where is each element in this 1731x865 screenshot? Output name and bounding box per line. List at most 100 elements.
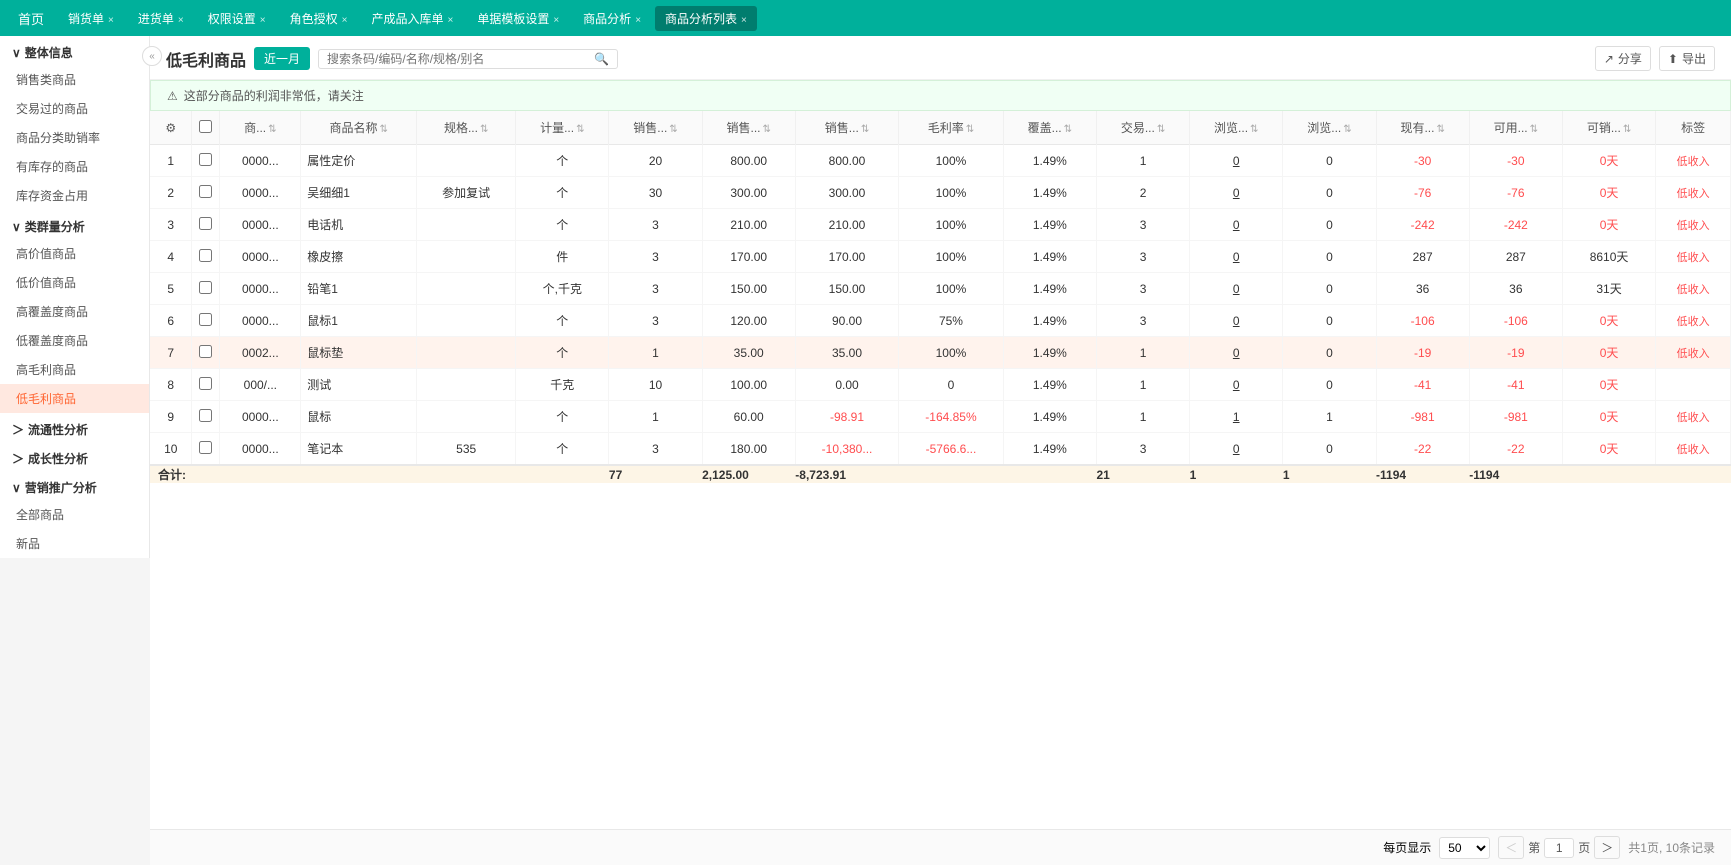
row-browse1[interactable]: 0 — [1190, 369, 1283, 401]
sort-code-icon[interactable]: ⇅ — [268, 124, 276, 135]
sort-qty-icon[interactable]: ⇅ — [669, 124, 677, 135]
col-browse1[interactable]: 浏览...⇅ — [1190, 111, 1283, 145]
row-name[interactable]: 橡皮擦 — [301, 241, 417, 273]
row-name[interactable]: 属性定价 — [301, 145, 417, 177]
sidebar-group-overall[interactable]: ∨ 整体信息 — [0, 36, 149, 65]
sort-price-icon[interactable]: ⇅ — [763, 124, 771, 135]
row-checkbox-cell[interactable] — [192, 241, 220, 273]
row-checkbox[interactable] — [199, 345, 212, 358]
sidebar-item-low-coverage[interactable]: 低覆盖度商品 — [0, 326, 149, 355]
close-permissions-icon[interactable]: × — [260, 15, 266, 26]
row-checkbox[interactable] — [199, 217, 212, 230]
row-checkbox-cell[interactable] — [192, 433, 220, 466]
col-gross-margin[interactable]: 毛利率⇅ — [899, 111, 1004, 145]
row-checkbox[interactable] — [199, 249, 212, 262]
sort-margin-icon[interactable]: ⇅ — [966, 124, 974, 135]
sidebar-item-stock-products[interactable]: 有库存的商品 — [0, 152, 149, 181]
sort-trans-icon[interactable]: ⇅ — [1157, 124, 1165, 135]
nav-product-analysis[interactable]: 商品分析× — [573, 6, 651, 31]
col-name[interactable]: 商品名称⇅ — [301, 111, 417, 145]
close-purchase-icon[interactable]: × — [178, 15, 184, 26]
nav-template-settings[interactable]: 单据模板设置× — [467, 6, 569, 31]
current-page[interactable]: 1 — [1544, 838, 1574, 858]
row-name[interactable]: 吴细细1 — [301, 177, 417, 209]
sidebar-item-category-rate[interactable]: 商品分类助销率 — [0, 123, 149, 152]
close-template-icon[interactable]: × — [553, 15, 559, 26]
row-checkbox-cell[interactable] — [192, 401, 220, 433]
col-code[interactable]: 商...⇅ — [220, 111, 301, 145]
row-checkbox[interactable] — [199, 313, 212, 326]
sort-amount-icon[interactable]: ⇅ — [861, 124, 869, 135]
row-checkbox-cell[interactable] — [192, 337, 220, 369]
sort-cover-icon[interactable]: ⇅ — [1064, 124, 1072, 135]
row-checkbox-cell[interactable] — [192, 273, 220, 305]
nav-home[interactable]: 首页 — [8, 5, 54, 32]
sidebar-item-all-products[interactable]: 全部商品 — [0, 500, 149, 529]
row-checkbox-cell[interactable] — [192, 209, 220, 241]
next-page-button[interactable]: ＞ — [1594, 836, 1620, 859]
sidebar-item-new-products[interactable]: 新品 — [0, 529, 149, 558]
export-button[interactable]: ⬆ 导出 — [1659, 46, 1715, 71]
row-checkbox[interactable] — [199, 409, 212, 422]
col-sales-qty[interactable]: 销售...⇅ — [609, 111, 702, 145]
sidebar-item-traded-products[interactable]: 交易过的商品 — [0, 94, 149, 123]
nav-roles[interactable]: 角色授权× — [280, 6, 358, 31]
row-checkbox[interactable] — [199, 185, 212, 198]
nav-analysis-list[interactable]: 商品分析列表× — [655, 6, 757, 31]
col-select-all[interactable] — [192, 111, 220, 145]
close-roles-icon[interactable]: × — [342, 15, 348, 26]
row-name[interactable]: 铅笔1 — [301, 273, 417, 305]
sidebar-collapse-button[interactable]: « — [142, 46, 162, 66]
row-name[interactable]: 电话机 — [301, 209, 417, 241]
close-sales-icon[interactable]: × — [108, 15, 114, 26]
sidebar-item-high-value[interactable]: 高价值商品 — [0, 239, 149, 268]
col-saleable[interactable]: 可销...⇅ — [1562, 111, 1655, 145]
sidebar-group-cluster[interactable]: ∨ 类群量分析 — [0, 210, 149, 239]
col-browse2[interactable]: 浏览...⇅ — [1283, 111, 1376, 145]
sidebar-item-stock-capital[interactable]: 库存资金占用 — [0, 181, 149, 210]
row-checkbox-cell[interactable] — [192, 369, 220, 401]
sort-spec-icon[interactable]: ⇅ — [480, 124, 488, 135]
select-all-checkbox[interactable] — [199, 120, 212, 133]
search-icon[interactable]: 🔍 — [594, 52, 609, 66]
row-browse1[interactable]: 0 — [1190, 305, 1283, 337]
sidebar-item-high-margin[interactable]: 高毛利商品 — [0, 355, 149, 384]
search-input[interactable] — [327, 52, 594, 66]
row-checkbox[interactable] — [199, 153, 212, 166]
row-checkbox-cell[interactable] — [192, 177, 220, 209]
row-name[interactable]: 测试 — [301, 369, 417, 401]
col-cover-rate[interactable]: 覆盖...⇅ — [1003, 111, 1096, 145]
row-checkbox[interactable] — [199, 441, 212, 454]
col-sales-price[interactable]: 销售...⇅ — [702, 111, 795, 145]
filter-period-button[interactable]: 近一月 — [254, 47, 310, 70]
sidebar-item-high-coverage[interactable]: 高覆盖度商品 — [0, 297, 149, 326]
row-name[interactable]: 鼠标垫 — [301, 337, 417, 369]
row-browse1[interactable]: 0 — [1190, 337, 1283, 369]
sidebar-item-low-value[interactable]: 低价值商品 — [0, 268, 149, 297]
sort-stock-icon[interactable]: ⇅ — [1436, 124, 1444, 135]
col-sales-amount[interactable]: 销售...⇅ — [795, 111, 898, 145]
row-checkbox-cell[interactable] — [192, 145, 220, 177]
sort-name-icon[interactable]: ⇅ — [379, 124, 387, 135]
nav-purchase[interactable]: 进货单× — [128, 6, 194, 31]
row-browse1[interactable]: 0 — [1190, 145, 1283, 177]
row-name[interactable]: 鼠标1 — [301, 305, 417, 337]
sort-saleable-icon[interactable]: ⇅ — [1623, 124, 1631, 135]
row-checkbox[interactable] — [199, 377, 212, 390]
col-transaction[interactable]: 交易...⇅ — [1096, 111, 1189, 145]
col-settings[interactable]: ⚙ — [150, 111, 192, 145]
row-checkbox-cell[interactable] — [192, 305, 220, 337]
page-size-select[interactable]: 50 100 200 — [1439, 837, 1490, 859]
sort-browse1-icon[interactable]: ⇅ — [1250, 124, 1258, 135]
sort-available-icon[interactable]: ⇅ — [1530, 124, 1538, 135]
row-browse1[interactable]: 0 — [1190, 209, 1283, 241]
nav-product-entry[interactable]: 产成品入库单× — [361, 6, 463, 31]
sort-unit-icon[interactable]: ⇅ — [576, 124, 584, 135]
close-product-entry-icon[interactable]: × — [447, 15, 453, 26]
row-name[interactable]: 鼠标 — [301, 401, 417, 433]
sidebar-group-marketing[interactable]: ∨ 营销推广分析 — [0, 471, 149, 500]
row-checkbox[interactable] — [199, 281, 212, 294]
nav-sales[interactable]: 销货单× — [58, 6, 124, 31]
close-analysis-list-icon[interactable]: × — [741, 15, 747, 26]
sidebar-item-low-margin[interactable]: 低毛利商品 — [0, 384, 149, 413]
